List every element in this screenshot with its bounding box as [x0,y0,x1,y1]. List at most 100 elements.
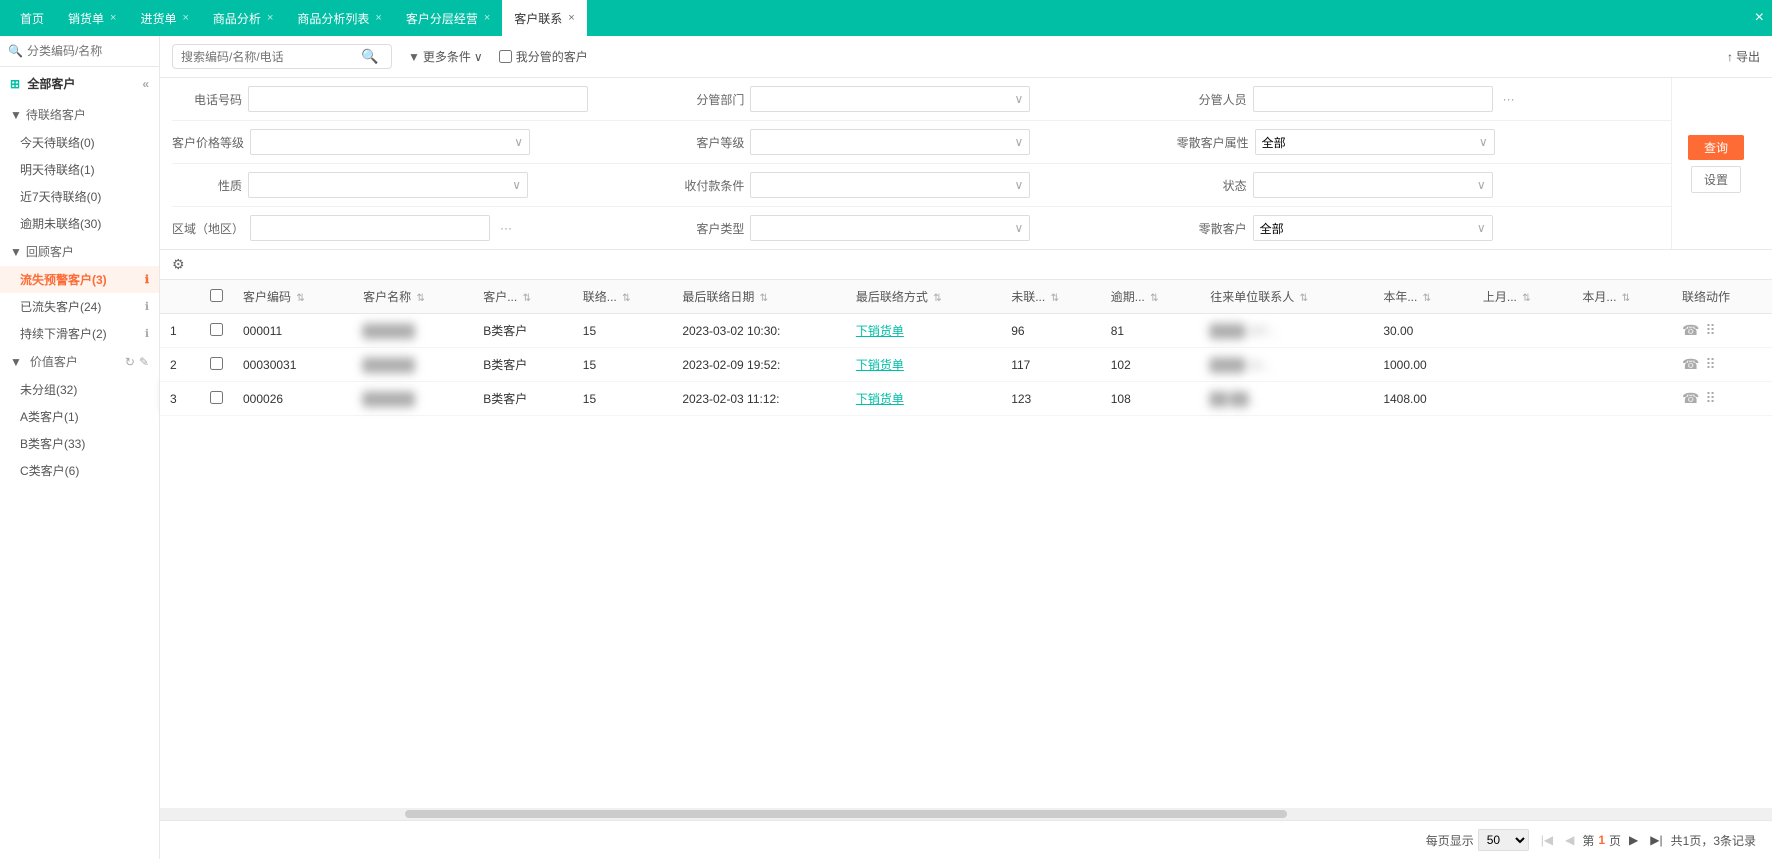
more-action-icon[interactable]: ⠿ [1705,390,1715,407]
col-level[interactable]: 客户... ⇅ [473,280,573,314]
cell-this-month [1572,348,1672,382]
more-action-icon[interactable]: ⠿ [1705,322,1715,339]
my-customer-checkbox[interactable] [499,50,512,63]
last-method-link[interactable]: 下销货单 [856,358,904,372]
more-action-icon[interactable]: ⠿ [1705,356,1715,373]
col-name[interactable]: 客户名称 ⇅ [353,280,473,314]
sidebar-item-today-pending[interactable]: 今天待联络(0) [0,129,159,156]
col-this-year[interactable]: 本年... ⇅ [1373,280,1473,314]
contact-action-icon[interactable]: ☎ [1682,390,1699,407]
all-customers-item[interactable]: ⊞ 全部客户 « [0,67,159,100]
close-icon[interactable]: × [375,12,381,24]
row-checkbox[interactable] [210,357,223,370]
close-all-button[interactable]: × [1755,9,1764,27]
triangle-down-icon: ▼ [10,245,22,259]
last-method-link[interactable]: 下销货单 [856,324,904,338]
customer-level-select[interactable]: ∨ [750,129,1030,155]
nav-analysis-list[interactable]: 商品分析列表 × [285,0,393,36]
sidebar-group-pending-contact[interactable]: ▼ 待联络客户 [0,100,159,129]
info-icon: ℹ [145,273,149,286]
region-input[interactable] [250,215,490,241]
next-page-button[interactable]: ▶ [1625,831,1642,849]
horizontal-scrollbar[interactable] [160,808,1772,820]
nature-select[interactable]: ∨ [248,172,528,198]
sidebar-item-declining[interactable]: 持续下滑客户(2) ℹ [0,320,159,347]
prev-page-button[interactable]: ◀ [1561,831,1578,849]
cell-last-method: 下销货单 [846,382,1001,416]
sidebar-item-churned[interactable]: 已流失客户(24) ℹ [0,293,159,320]
dept-select[interactable]: ∨ [750,86,1030,112]
table-row: 1 000011 ██████ B类客户 15 2023-03-02 10:30… [160,314,1772,348]
nav-sales[interactable]: 销货单 × [56,0,128,36]
sidebar-search-input[interactable] [27,44,151,58]
contact-action-icon[interactable]: ☎ [1682,356,1699,373]
more-filters-button[interactable]: ▼ 更多条件 ∨ [400,45,491,68]
edit-icon[interactable]: ✎ [139,355,149,369]
gear-icon[interactable]: ⚙ [172,256,185,273]
sidebar-item-class-a[interactable]: A类客户(1) [0,403,159,430]
sidebar-item-ungrouped[interactable]: 未分组(32) [0,376,159,403]
payment-select[interactable]: ∨ [750,172,1030,198]
row-checkbox[interactable] [210,391,223,404]
contact-action-icon[interactable]: ☎ [1682,322,1699,339]
chevron-down-icon: ∨ [1015,221,1024,235]
my-customer-checkbox-wrap[interactable]: 我分管的客户 [499,48,588,65]
more-button[interactable]: ··· [496,221,516,235]
close-icon[interactable]: × [182,12,188,24]
close-icon[interactable]: × [484,12,490,24]
person-input[interactable] [1253,86,1493,112]
col-last-date[interactable]: 最后联络日期 ⇅ [672,280,846,314]
customer-type-select[interactable]: ∨ [750,215,1030,241]
filter-row-4: 区域（地区） ··· 客户类型 ∨ 零散客户 [172,207,1671,249]
last-method-link[interactable]: 下销货单 [856,392,904,406]
col-last-method[interactable]: 最后联络方式 ⇅ [846,280,1001,314]
filter-field-price-level: 客户价格等级 ∨ [172,129,666,155]
col-last-month[interactable]: 上月... ⇅ [1473,280,1573,314]
retail-attr-select[interactable]: 全部 ∨ [1255,129,1495,155]
settings-button[interactable]: 设置 [1691,166,1741,193]
sidebar-item-week-pending[interactable]: 近7天待联络(0) [0,183,159,210]
sidebar-item-churn-warning[interactable]: 流失预警客户(3) ℹ [0,266,159,293]
search-button[interactable]: 🔍 [361,48,378,65]
sidebar-group-value[interactable]: ▼ 价值客户 ↻ ✎ [0,347,159,376]
sidebar-item-class-c[interactable]: C类客户(6) [0,457,159,484]
search-input[interactable] [181,50,361,64]
collapse-icon[interactable]: « [142,77,149,91]
nav-purchase[interactable]: 进货单 × [128,0,200,36]
sidebar-group-churn[interactable]: ▼ 回顾客户 [0,237,159,266]
page-size-select[interactable]: 50 100 200 [1478,829,1529,851]
last-page-button[interactable]: ▶| [1646,831,1666,849]
first-page-button[interactable]: |◀ [1537,831,1557,849]
nav-customer-layer[interactable]: 客户分层经营 × [394,0,502,36]
table-scroll-container[interactable]: 客户编码 ⇅ 客户名称 ⇅ 客户... ⇅ [160,280,1772,808]
export-button[interactable]: ↑ 导出 [1727,48,1760,65]
col-overdue[interactable]: 逾期... ⇅ [1101,280,1201,314]
sidebar-item-tomorrow-pending[interactable]: 明天待联络(1) [0,156,159,183]
customer-name: ██████ [363,358,414,372]
row-checkbox[interactable] [210,323,223,336]
triangle-down-icon: ▼ [10,355,22,369]
close-icon[interactable]: × [110,12,116,24]
col-contact-person[interactable]: 往来单位联系人 ⇅ [1200,280,1373,314]
col-contact[interactable]: 联络... ⇅ [573,280,673,314]
retail-select[interactable]: 全部 ∨ [1253,215,1493,241]
col-no-contact[interactable]: 未联... ⇅ [1001,280,1101,314]
query-button[interactable]: 查询 [1688,135,1744,160]
price-level-select[interactable]: ∨ [250,129,530,155]
status-select[interactable]: ∨ [1253,172,1493,198]
col-this-month[interactable]: 本月... ⇅ [1572,280,1672,314]
filter-row-3: 性质 ∨ 收付款条件 ∨ 状态 [172,164,1671,207]
cell-contact: 15 [573,348,673,382]
nav-analysis[interactable]: 商品分析 × [201,0,285,36]
col-code[interactable]: 客户编码 ⇅ [233,280,353,314]
more-button[interactable]: ··· [1499,92,1519,106]
close-icon[interactable]: × [267,12,273,24]
refresh-icon[interactable]: ↻ [125,355,135,369]
sidebar-item-overdue[interactable]: 逾期未联络(30) [0,210,159,237]
nav-customer-contact[interactable]: 客户联系 × [502,0,586,36]
phone-input[interactable] [248,86,588,112]
select-all-checkbox[interactable] [210,289,223,302]
nav-home[interactable]: 首页 [8,0,56,36]
sidebar-item-class-b[interactable]: B类客户(33) [0,430,159,457]
close-icon[interactable]: × [568,12,574,24]
